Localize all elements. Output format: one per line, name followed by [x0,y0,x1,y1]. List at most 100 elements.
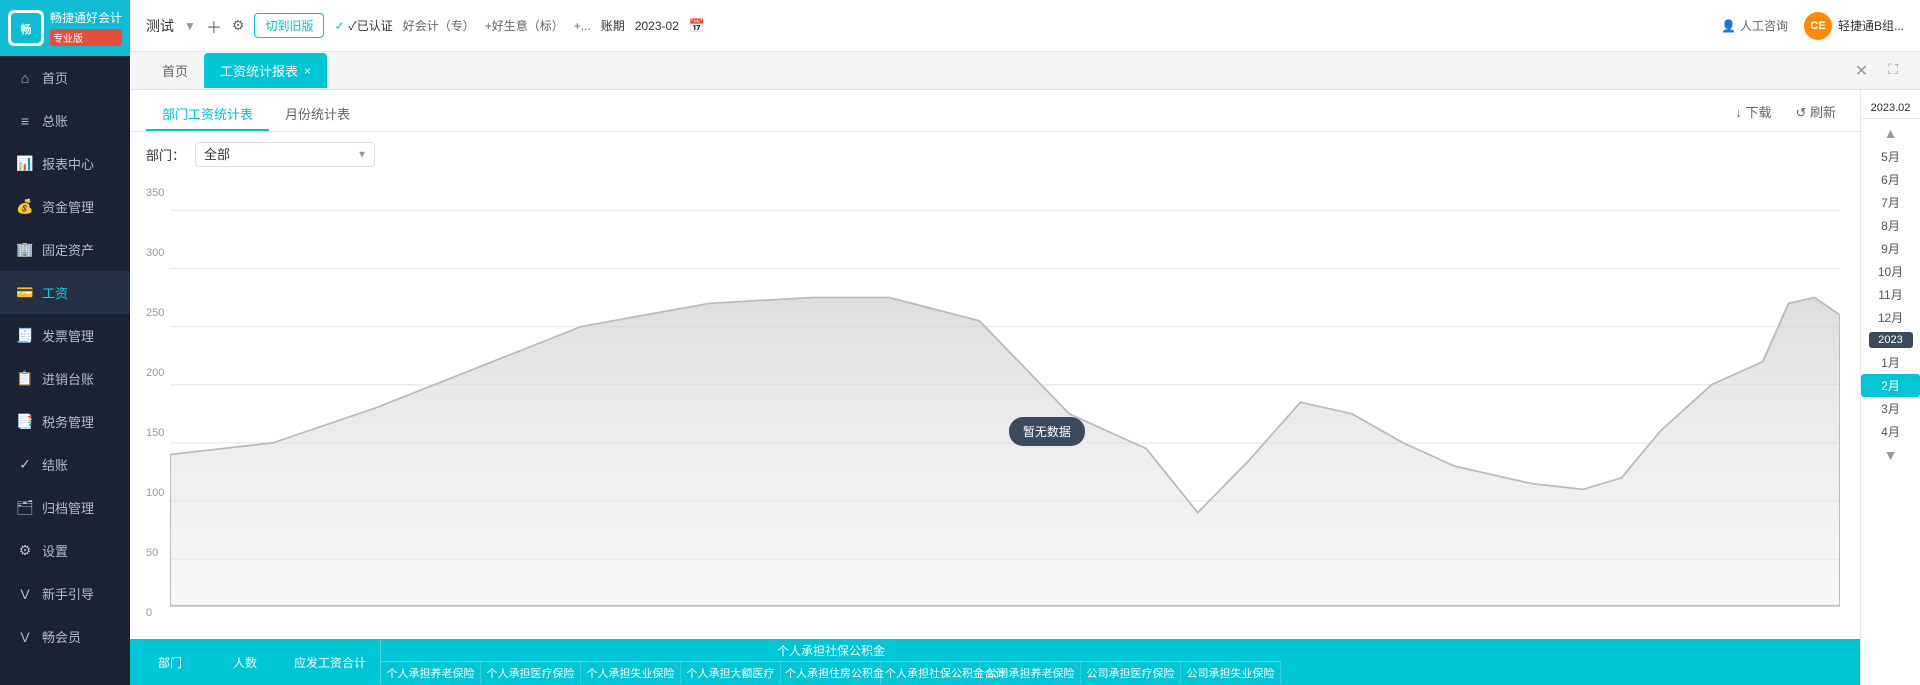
col-personal-medical: 个人承担医疗保险 [481,662,581,684]
sidebar-item-home[interactable]: ⌂ 首页 [0,56,130,99]
sidebar-item-assets[interactable]: 🏢 固定资产 [0,228,130,271]
col-personal-housing-fund: 个人承担住房公积金 [781,662,881,684]
right-panel-month-4[interactable]: 4月 [1861,420,1920,443]
sidebar-item-close[interactable]: ✓ 结账 [0,443,130,486]
sidebar-item-ledger[interactable]: ≡ 总账 [0,99,130,142]
sidebar-item-salary[interactable]: 💳 工资 [0,271,130,314]
add-icon[interactable]: ＋ [206,14,222,38]
no-data-tooltip: 暂无数据 [1009,417,1085,446]
calendar-icon[interactable]: 📅 [689,18,705,34]
period-label: 账期 [601,17,625,34]
col-personal-total: 个人承担社保公积金合计 [881,662,981,684]
right-panel-month-6[interactable]: 6月 [1861,168,1920,191]
download-button[interactable]: ↓ 下载 [1727,98,1779,125]
service-button[interactable]: 👤 人工咨询 [1721,17,1788,34]
tab-home[interactable]: 首页 [146,53,204,88]
right-panel-month-2[interactable]: 2月 [1861,374,1920,397]
logo-badge: 专业版 [50,29,122,46]
right-panel-month-7[interactable]: 7月 [1861,191,1920,214]
sidebar-item-tax[interactable]: 📑 税务管理 [0,400,130,443]
sidebar-item-label: 畅会员 [42,627,81,646]
accounting-status: 好会计（专） [403,17,475,34]
group-header-personal: 个人承担社保公积金 [381,640,1281,662]
switch-version-button[interactable]: 切到旧版 [254,13,324,38]
right-panel-month-1[interactable]: 1月 [1861,351,1920,374]
sidebar-logo: 畅 畅捷通好会计 专业版 [0,0,130,56]
table-col-count: 人数 [210,654,280,671]
right-panel-down-arrow[interactable]: ▼ [1880,443,1902,467]
tax-icon: 📑 [16,413,34,430]
certified-check-icon: ✓ [334,19,344,33]
sidebar-nav: ⌂ 首页 ≡ 总账 📊 报表中心 💰 资金管理 🏢 固定资产 💳 工资 🧾 发票… [0,56,130,685]
right-panel-year-2023: 2023 [1869,332,1913,348]
business-status: +好生意（标） [485,17,564,34]
right-panel-month-12[interactable]: 12月 [1861,306,1920,329]
user-area: CE 轻捷通B组... [1804,12,1904,40]
sidebar-item-archive[interactable]: 🗂 归档管理 [0,486,130,529]
home-icon: ⌂ [16,70,34,86]
chart-y-labels: 350 300 250 200 150 100 50 0 [146,187,164,619]
right-panel-month-8[interactable]: 8月 [1861,214,1920,237]
sidebar-item-label: 工资 [42,283,68,302]
sidebar-item-sales[interactable]: 📋 进销台账 [0,357,130,400]
sidebar-item-label: 进销台账 [42,369,94,388]
sidebar-item-label: 结账 [42,455,68,474]
tabbar-actions: ✕ ⛶ [1849,59,1904,83]
dept-label: 部门： [146,145,185,164]
right-panel-month-9[interactable]: 9月 [1861,237,1920,260]
avatar: CE [1804,12,1832,40]
col-personal-major-medical: 个人承担大额医疗 [681,662,781,684]
col-personal-unemployment: 个人承担失业保险 [581,662,681,684]
guide-icon: V [16,586,34,602]
settings-gear-icon[interactable]: ⚙ [232,17,245,34]
expand-panel-icon[interactable]: ⛶ [1882,59,1904,83]
right-panel-date: 2023.02 [1861,98,1920,119]
inner-content: 部门工资统计表 月份统计表 ↓ 下载 ↺ 刷新 部门： 全部 ▼ [130,90,1860,685]
logo-icon: 畅 [8,10,44,46]
more-status: +... [574,19,591,33]
sidebar-item-label: 设置 [42,541,68,560]
assets-icon: 🏢 [16,241,34,258]
subtab-monthly[interactable]: 月份统计表 [269,98,366,131]
tab-salary-report[interactable]: 工资统计报表 × [204,53,327,88]
content-area: 部门工资统计表 月份统计表 ↓ 下载 ↺ 刷新 部门： 全部 ▼ [130,90,1920,685]
toolbar: 部门： 全部 ▼ [130,132,1860,177]
ledger-icon: ≡ [16,113,34,129]
sidebar-item-label: 发票管理 [42,326,94,345]
tabbar: 首页 工资统计报表 × ✕ ⛶ [130,52,1920,90]
chart-svg [170,187,1840,629]
right-panel-month-11[interactable]: 11月 [1861,283,1920,306]
subtabs: 部门工资统计表 月份统计表 ↓ 下载 ↺ 刷新 [130,90,1860,132]
sidebar-item-invoice[interactable]: 🧾 发票管理 [0,314,130,357]
sidebar: 畅 畅捷通好会计 专业版 ⌂ 首页 ≡ 总账 📊 报表中心 💰 资金管理 🏢 固… [0,0,130,685]
sidebar-item-reports[interactable]: 📊 报表中心 [0,142,130,185]
right-panel-month-5[interactable]: 5月 [1861,145,1920,168]
sidebar-item-settings[interactable]: ⚙ 设置 [0,529,130,572]
sidebar-item-member[interactable]: V 畅会员 [0,615,130,658]
chart-area: 350 300 250 200 150 100 50 0 [130,177,1860,639]
dept-select[interactable]: 全部 [195,142,375,167]
refresh-button[interactable]: ↺ 刷新 [1787,98,1844,125]
sidebar-item-label: 报表中心 [42,154,94,173]
logo-text: 畅捷通好会计 [50,10,122,27]
archive-icon: 🗂 [16,499,34,516]
close-panel-icon[interactable]: ✕ [1849,59,1874,83]
right-panel-up-arrow[interactable]: ▲ [1880,121,1902,145]
right-panel-month-3[interactable]: 3月 [1861,397,1920,420]
topbar-right: 👤 人工咨询 CE 轻捷通B组... [1721,12,1904,40]
sidebar-item-label: 总账 [42,111,68,130]
username[interactable]: 轻捷通B组... [1838,17,1904,34]
sidebar-item-guide[interactable]: V 新手引导 [0,572,130,615]
service-icon: 👤 [1721,19,1736,33]
tab-close-icon[interactable]: × [304,64,311,78]
subtab-dept[interactable]: 部门工资统计表 [146,98,269,131]
table-col-dept: 部门 [130,654,210,671]
col-personal-pension: 个人承担养老保险 [381,662,481,684]
right-panel: 2023.02 ▲ 5月 6月 7月 8月 9月 10月 11月 12月 202… [1860,90,1920,685]
invoice-icon: 🧾 [16,327,34,344]
table-footer: 部门 人数 应发工资合计 个人承担社保公积金 个人承担养老保险 个人承担医疗保险… [130,639,1860,685]
chevron-down-icon[interactable]: ▼ [184,19,196,33]
main-area: 测试 ▼ ＋ ⚙ 切到旧版 ✓ ✓已认证 好会计（专） +好生意（标） +...… [130,0,1920,685]
sidebar-item-funds[interactable]: 💰 资金管理 [0,185,130,228]
right-panel-month-10[interactable]: 10月 [1861,260,1920,283]
